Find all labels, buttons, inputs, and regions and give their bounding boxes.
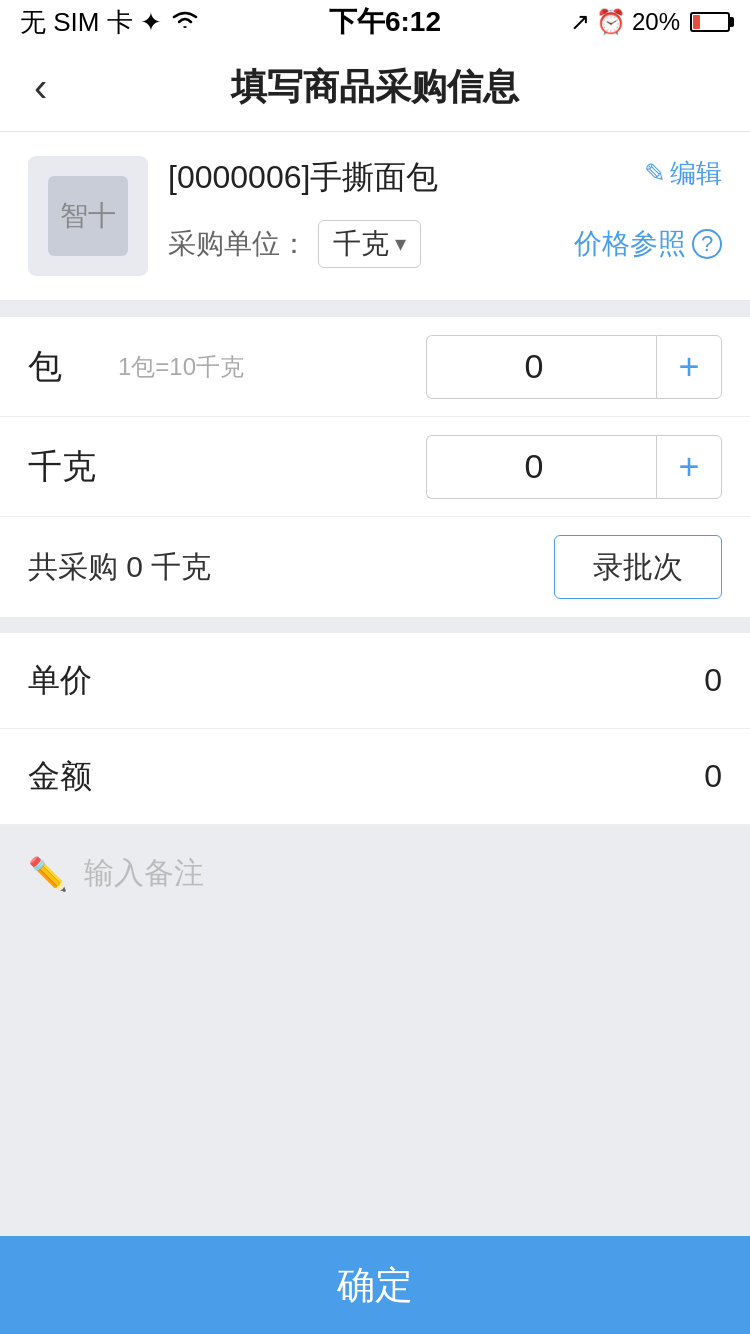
- remark-section[interactable]: ✏️ 输入备注: [0, 825, 750, 945]
- edit-icon: ✎: [644, 158, 666, 189]
- unit-price-label: 单价: [28, 659, 92, 703]
- price-info-section: 单价 0 金额 0: [0, 633, 750, 825]
- product-info: [0000006]手撕面包 ✎ 编辑 采购单位： 千克 ▾ 价格参照 ?: [168, 156, 722, 268]
- unit-label: 采购单位：: [168, 225, 308, 263]
- page-title: 填写商品采购信息: [231, 63, 519, 112]
- amount-value: 0: [704, 758, 722, 795]
- product-header: [0000006]手撕面包 ✎ 编辑: [168, 156, 722, 200]
- bag-label: 包: [28, 344, 108, 390]
- status-left: 无 SIM 卡 ✦: [20, 5, 200, 40]
- product-unit-row: 采购单位： 千克 ▾ 价格参照 ?: [168, 220, 722, 268]
- status-time: 下午6:12: [329, 3, 441, 41]
- price-ref-label: 价格参照: [574, 225, 686, 263]
- unit-select[interactable]: 千克 ▾: [318, 220, 421, 268]
- product-logo: 智十: [48, 176, 128, 256]
- kg-quantity-input[interactable]: [426, 435, 656, 499]
- bag-sub-label: 1包=10千克: [118, 351, 244, 383]
- confirm-button[interactable]: 确定: [0, 1236, 750, 1334]
- bottom-content-area: [0, 945, 750, 1245]
- product-image: 智十: [28, 156, 148, 276]
- kg-input-group: +: [426, 435, 722, 499]
- edit-label: 编辑: [670, 156, 722, 191]
- bag-plus-button[interactable]: +: [656, 335, 722, 399]
- location-icon: ↗: [570, 8, 590, 36]
- back-button[interactable]: ‹: [24, 55, 57, 120]
- remark-placeholder: 输入备注: [84, 853, 204, 894]
- kg-label: 千克: [28, 444, 108, 490]
- product-card: 智十 [0000006]手撕面包 ✎ 编辑 采购单位： 千克 ▾ 价格参照 ?: [0, 132, 750, 301]
- nav-bar: ‹ 填写商品采购信息: [0, 44, 750, 132]
- edit-button[interactable]: ✎ 编辑: [644, 156, 722, 191]
- amount-label: 金额: [28, 755, 92, 799]
- bag-input-group: +: [426, 335, 722, 399]
- price-ref-question-icon: ?: [692, 229, 722, 259]
- total-label: 共采购 0 千克: [28, 547, 211, 588]
- total-row: 共采购 0 千克 录批次: [0, 517, 750, 617]
- alarm-icon: ⏰: [596, 8, 626, 36]
- price-ref-button[interactable]: 价格参照 ?: [574, 225, 722, 263]
- status-right: ↗ ⏰ 20%: [570, 8, 730, 36]
- confirm-label: 确定: [337, 1260, 413, 1311]
- kg-plus-button[interactable]: +: [656, 435, 722, 499]
- section-divider-1: [0, 301, 750, 317]
- bag-input-row: 包 1包=10千克 +: [0, 317, 750, 417]
- unit-price-value: 0: [704, 662, 722, 699]
- section-divider-2: [0, 617, 750, 633]
- chevron-down-icon: ▾: [395, 231, 406, 257]
- unit-price-row: 单价 0: [0, 633, 750, 729]
- battery-percent: 20%: [632, 8, 680, 36]
- bag-quantity-input[interactable]: [426, 335, 656, 399]
- amount-row: 金额 0: [0, 729, 750, 825]
- logo-text: 智十: [60, 197, 116, 235]
- unit-value: 千克: [333, 225, 389, 263]
- pencil-icon: ✏️: [28, 855, 68, 893]
- input-section: 包 1包=10千克 + 千克 +: [0, 317, 750, 517]
- wifi-icon: [170, 7, 200, 38]
- status-bar: 无 SIM 卡 ✦ 下午6:12 ↗ ⏰ 20%: [0, 0, 750, 44]
- product-name: [0000006]手撕面包: [168, 156, 438, 200]
- sim-status: 无 SIM 卡 ✦: [20, 5, 162, 40]
- kg-input-row: 千克 +: [0, 417, 750, 517]
- battery-icon: [690, 12, 730, 32]
- record-batch-button[interactable]: 录批次: [554, 535, 722, 599]
